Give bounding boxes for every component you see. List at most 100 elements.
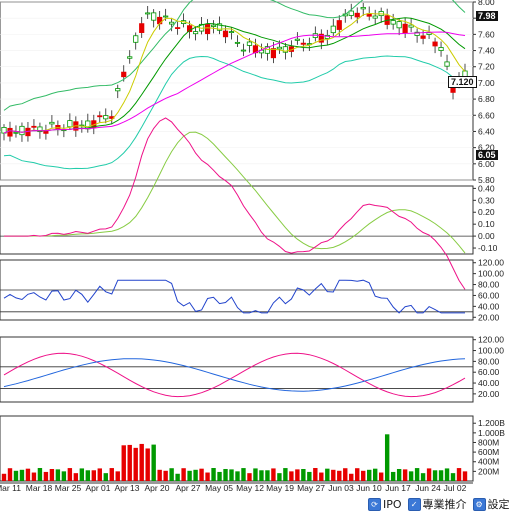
volume-bar: [229, 469, 234, 481]
checklist-icon: ✓: [407, 497, 421, 511]
y-tick-label: 0.40: [478, 183, 495, 193]
candle-body: [300, 42, 306, 45]
y-tick-label: 0.10: [478, 219, 495, 229]
x-tick-label: Jun 24: [415, 483, 441, 493]
volume-bar: [187, 470, 192, 481]
candle-body: [390, 20, 396, 25]
volume-bar: [247, 473, 252, 481]
y-tick-label: 7.60: [478, 29, 495, 39]
volume-bar: [109, 468, 114, 481]
y-tick-label: 7.00: [478, 78, 495, 88]
volume-bar: [450, 473, 456, 481]
candle-body: [348, 10, 354, 16]
candle-body: [396, 21, 402, 29]
candle-body: [336, 20, 342, 30]
volume-bar: [91, 470, 97, 481]
candle-body: [133, 35, 139, 43]
stock-chart: 8.007.807.607.407.207.006.806.606.406.20…: [0, 0, 505, 493]
volume-bar: [169, 468, 174, 481]
volume-bar: [73, 473, 79, 481]
y-tick-label: 6.00: [478, 159, 495, 169]
volume-bar: [13, 470, 19, 481]
volume-bar: [7, 468, 13, 481]
candle-body: [115, 88, 121, 92]
volume-bar: [265, 470, 270, 481]
volume-bar: [456, 468, 462, 481]
volume-bar: [97, 468, 102, 481]
volume-bar: [175, 473, 180, 481]
candle-body: [228, 31, 235, 34]
volume-bar: [301, 469, 306, 481]
last-price-badge: 7.120: [448, 76, 477, 88]
volume-bar: [271, 468, 276, 481]
volume-bar: [223, 468, 228, 481]
ipo-button[interactable]: ⟳ IPO: [368, 497, 402, 511]
volume-bar: [253, 468, 258, 481]
volume-bar: [193, 469, 198, 481]
candle-body: [420, 35, 426, 39]
recommend-button[interactable]: ✓ 專業推介: [407, 496, 467, 512]
volume-bar: [313, 468, 318, 481]
y-tick-label: 100.00: [478, 269, 504, 279]
candle-body: [246, 41, 253, 46]
volume-bar: [115, 471, 120, 481]
x-tick-label: May 19: [266, 483, 294, 493]
volume-bar: [217, 471, 222, 481]
y-tick-label: 200M: [478, 466, 499, 476]
volume-bar: [157, 469, 162, 481]
volume-bar: [426, 468, 432, 481]
candle-body: [402, 23, 408, 34]
volume-bar: [372, 468, 378, 481]
candle-body: [372, 15, 378, 19]
volume-bar: [61, 471, 67, 481]
volume-bar: [444, 468, 450, 481]
y-tick-label: 60.00: [478, 290, 500, 300]
candle-body: [7, 127, 13, 137]
y-tick-label: 40.00: [478, 378, 500, 388]
candle-body: [127, 56, 133, 59]
volume-bar: [414, 468, 420, 481]
volume-bar: [259, 470, 264, 481]
y-tick-label: 7.20: [478, 62, 495, 72]
volume-bar: [127, 444, 132, 481]
y-tick-label: 0.20: [478, 207, 495, 217]
ipo-label: IPO: [383, 497, 402, 511]
y-tick-label: 1.000B: [478, 428, 505, 438]
y-tick-label: 0.30: [478, 195, 495, 205]
volume-bar: [1, 473, 7, 481]
candle-body: [432, 41, 438, 47]
ipo-icon: ⟳: [368, 497, 381, 511]
candle-body: [222, 30, 229, 38]
volume-bar: [361, 470, 366, 481]
high-price-badge: 7.98: [476, 11, 498, 21]
x-tick-label: Mar 11: [0, 483, 21, 493]
volume-bar: [205, 472, 210, 481]
y-tick-label: -0.10: [478, 243, 498, 253]
y-tick-label: 6.80: [478, 94, 495, 104]
y-tick-label: 8.00: [478, 0, 495, 7]
x-tick-label: Jun 03: [328, 483, 354, 493]
volume-bar: [19, 469, 25, 481]
y-tick-label: 0.00: [478, 231, 495, 241]
x-tick-label: May 12: [236, 483, 264, 493]
candle-body: [163, 15, 169, 18]
candle-body: [354, 12, 360, 18]
candle-body: [31, 125, 37, 128]
y-tick-label: 20.00: [478, 312, 500, 322]
candle-body: [210, 24, 217, 27]
volume-bar: [420, 473, 426, 481]
x-tick-label: Jul 02: [444, 483, 467, 493]
y-tick-label: 20.00: [478, 389, 500, 399]
volume-bar: [277, 473, 282, 481]
y-tick-label: 80.00: [478, 356, 500, 366]
candle-body: [330, 25, 336, 34]
volume-bar: [151, 444, 156, 481]
candle-body: [294, 38, 300, 41]
settings-button[interactable]: ⚙ 設定: [472, 496, 510, 512]
volume-bar: [139, 443, 144, 481]
volume-bar: [378, 472, 384, 481]
volume-bar: [307, 471, 312, 481]
bottom-toolbar: ⟳ IPO ✓ 專業推介 ⚙ 設定: [368, 496, 510, 512]
candle-body: [438, 47, 444, 51]
candle-body: [276, 46, 283, 50]
